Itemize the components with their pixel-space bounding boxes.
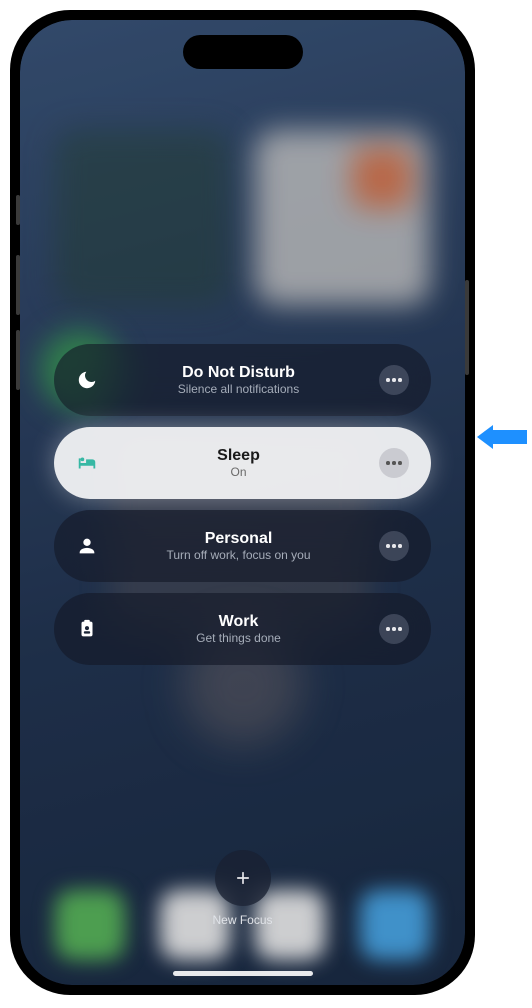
focus-item-subtitle: Silence all notifications bbox=[178, 382, 299, 396]
bed-icon bbox=[76, 452, 98, 474]
focus-item-subtitle: On bbox=[230, 465, 246, 479]
phone-screen: Do Not Disturb Silence all notifications… bbox=[20, 20, 465, 985]
focus-item-subtitle: Get things done bbox=[196, 631, 281, 645]
more-options-button[interactable] bbox=[379, 614, 409, 644]
focus-item-text: Sleep On bbox=[98, 446, 379, 480]
new-focus-label: New Focus bbox=[212, 913, 272, 927]
focus-mode-list: Do Not Disturb Silence all notifications… bbox=[54, 344, 431, 665]
more-options-button[interactable] bbox=[379, 365, 409, 395]
more-options-button[interactable] bbox=[379, 448, 409, 478]
focus-item-text: Personal Turn off work, focus on you bbox=[98, 529, 379, 563]
focus-item-sleep[interactable]: Sleep On bbox=[54, 427, 431, 499]
new-focus-button[interactable]: New Focus bbox=[212, 850, 272, 927]
home-indicator[interactable] bbox=[173, 971, 313, 976]
focus-item-subtitle: Turn off work, focus on you bbox=[166, 548, 310, 562]
focus-item-text: Work Get things done bbox=[98, 612, 379, 646]
focus-item-title: Do Not Disturb bbox=[182, 363, 295, 382]
side-button bbox=[465, 280, 469, 375]
dynamic-island bbox=[183, 35, 303, 69]
person-icon bbox=[76, 535, 98, 557]
focus-item-work[interactable]: Work Get things done bbox=[54, 593, 431, 665]
plus-icon bbox=[215, 850, 271, 906]
focus-item-do-not-disturb[interactable]: Do Not Disturb Silence all notifications bbox=[54, 344, 431, 416]
focus-item-text: Do Not Disturb Silence all notifications bbox=[98, 363, 379, 397]
more-options-button[interactable] bbox=[379, 531, 409, 561]
focus-item-title: Work bbox=[219, 612, 259, 631]
focus-item-personal[interactable]: Personal Turn off work, focus on you bbox=[54, 510, 431, 582]
badge-icon bbox=[76, 618, 98, 640]
focus-item-title: Personal bbox=[205, 529, 273, 548]
moon-icon bbox=[76, 369, 98, 391]
callout-arrow bbox=[475, 420, 527, 454]
phone-device-frame: Do Not Disturb Silence all notifications… bbox=[10, 10, 475, 995]
focus-item-title: Sleep bbox=[217, 446, 260, 465]
